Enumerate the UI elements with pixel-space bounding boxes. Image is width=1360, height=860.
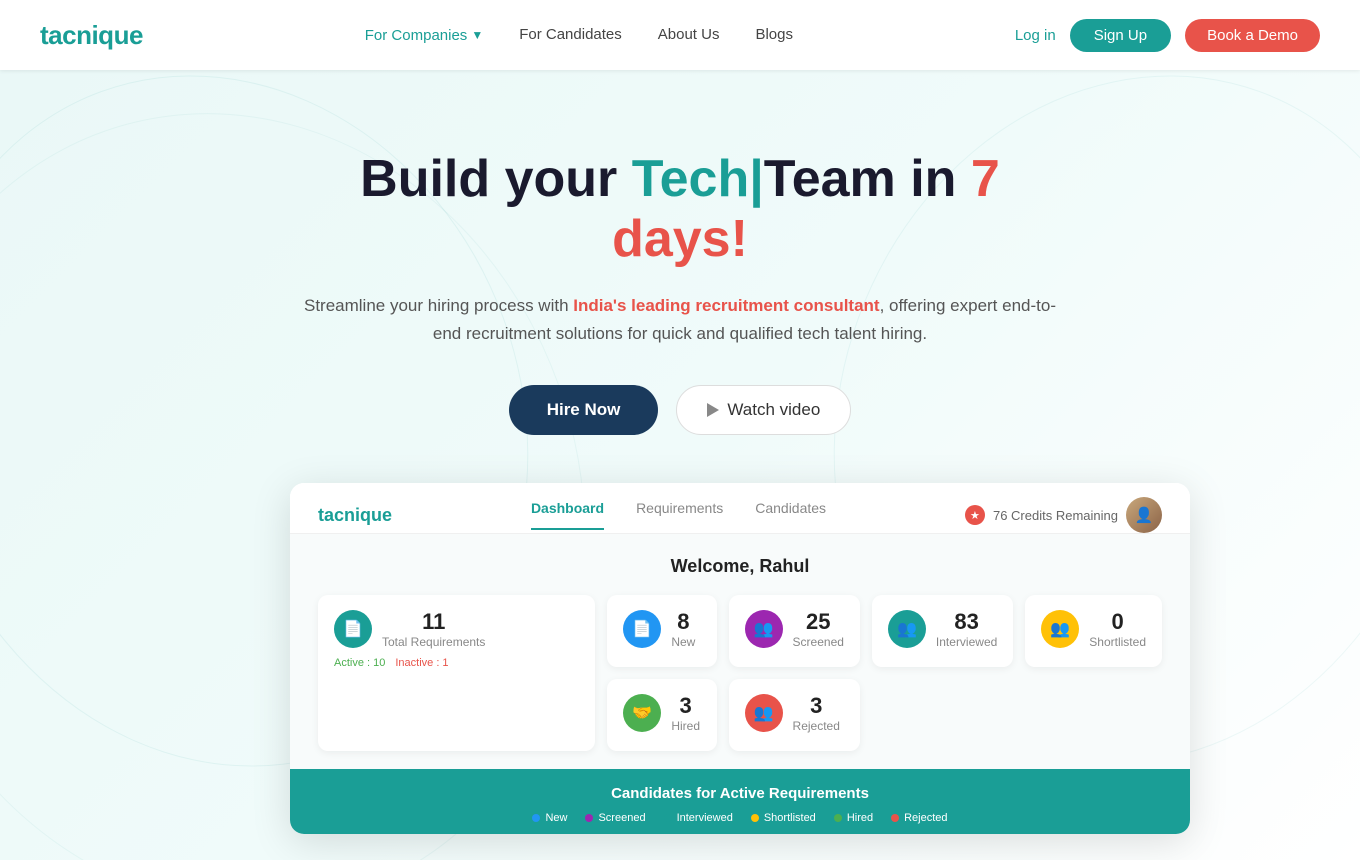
legend-dot-hired (834, 814, 842, 822)
tab-dashboard[interactable]: Dashboard (531, 500, 604, 530)
stat-icon-hired: 🤝 (623, 694, 661, 732)
dashboard-body: Welcome, Rahul 📄 11 Total Requirements (290, 534, 1190, 769)
play-icon (707, 403, 719, 417)
stat-number-shortlisted: 0 (1089, 609, 1146, 635)
stat-number-screened: 25 (793, 609, 844, 635)
stat-icon-new: 📄 (623, 610, 661, 648)
legend-dot-interviewed (664, 814, 672, 822)
stat-header: 📄 11 Total Requirements (334, 609, 579, 649)
stat-card-interviewed: 👥 83 Interviewed (872, 595, 1013, 667)
hero-subtitle-highlight: India's leading recruitment consultant (573, 296, 879, 315)
hero-buttons: Hire Now Watch video (290, 385, 1070, 435)
dashboard-bottom: Candidates for Active Requirements New S… (290, 769, 1190, 834)
active-tag: Active : 10 (334, 657, 385, 669)
nav-blogs[interactable]: Blogs (755, 26, 793, 43)
navbar: tacnique For Companies ▼ For Candidates … (0, 0, 1360, 70)
hero-subtitle: Streamline your hiring process with Indi… (290, 292, 1070, 350)
legend-dot-shortlisted (751, 814, 759, 822)
stat-label-new: New (671, 635, 695, 649)
stat-number-total: 11 (382, 609, 485, 635)
legend-dot-new (532, 814, 540, 822)
legend-item-rejected: Rejected (891, 812, 947, 824)
logo: tacnique (40, 20, 143, 51)
chevron-down-icon: ▼ (471, 28, 483, 42)
book-demo-button[interactable]: Book a Demo (1185, 19, 1320, 52)
tab-requirements[interactable]: Requirements (636, 500, 723, 530)
stat-number-interviewed: 83 (936, 609, 997, 635)
legend-item-interviewed: Interviewed (664, 812, 733, 824)
stat-label-screened: Screened (793, 635, 844, 649)
login-button[interactable]: Log in (1015, 27, 1056, 44)
signup-button[interactable]: Sign Up (1070, 19, 1171, 52)
legend-dot-rejected (891, 814, 899, 822)
stat-card-hired: 🤝 3 Hired (607, 679, 716, 751)
legend-item-shortlisted: Shortlisted (751, 812, 816, 824)
hero-content: Build your Tech|Team in 7 days! Streamli… (290, 150, 1070, 834)
stat-label-total: Total Requirements (382, 635, 485, 649)
hero-title-teal: Tech| (632, 150, 764, 208)
stat-label-shortlisted: Shortlisted (1089, 635, 1146, 649)
legend-item-screened: Screened (585, 812, 645, 824)
legend-item-new: New (532, 812, 567, 824)
nav-about-us[interactable]: About Us (658, 26, 720, 43)
stat-number-hired: 3 (671, 693, 700, 719)
nav-for-companies[interactable]: For Companies ▼ (365, 27, 483, 44)
watch-video-button[interactable]: Watch video (676, 385, 851, 435)
stat-card-screened: 👥 25 Screened (729, 595, 860, 667)
stat-icon-screened: 👥 (745, 610, 783, 648)
stat-card-total: 📄 11 Total Requirements Active : 10 Inac… (318, 595, 595, 751)
stat-label-hired: Hired (671, 719, 700, 733)
stat-icon-total: 📄 (334, 610, 372, 648)
stat-icon-rejected: 👥 (745, 694, 783, 732)
dashboard-nav: tacnique Dashboard Requirements Candidat… (290, 483, 1190, 534)
chart-legend: New Screened Interviewed Shortlisted (318, 812, 1162, 824)
hero-section: Build your Tech|Team in 7 days! Streamli… (0, 70, 1360, 860)
stats-grid: 📄 8 New 👥 25 (607, 595, 1162, 751)
hire-now-button[interactable]: Hire Now (509, 385, 659, 435)
hero-title: Build your Tech|Team in 7 days! (290, 150, 1070, 270)
dashboard-tabs: Dashboard Requirements Candidates (531, 500, 826, 530)
dashboard-logo: tacnique (318, 505, 392, 526)
legend-item-hired: Hired (834, 812, 873, 824)
stat-sub: Active : 10 Inactive : 1 (334, 657, 579, 669)
stat-card-shortlisted: 👥 0 Shortlisted (1025, 595, 1162, 667)
nav-links: For Companies ▼ For Candidates About Us … (365, 26, 793, 44)
stat-card-rejected: 👥 3 Rejected (729, 679, 860, 751)
tab-candidates[interactable]: Candidates (755, 500, 826, 530)
welcome-message: Welcome, Rahul (318, 556, 1162, 577)
nav-actions: Log in Sign Up Book a Demo (1015, 19, 1320, 52)
inactive-tag: Inactive : 1 (395, 657, 448, 669)
avatar: 👤 (1126, 497, 1162, 533)
legend-dot-screened (585, 814, 593, 822)
dashboard-mockup: tacnique Dashboard Requirements Candidat… (290, 483, 1190, 834)
nav-for-candidates[interactable]: For Candidates (519, 26, 622, 43)
dashboard-credits: ★ 76 Credits Remaining 👤 (965, 497, 1162, 533)
credits-icon: ★ (965, 505, 985, 525)
stat-number-rejected: 3 (793, 693, 840, 719)
stat-label-interviewed: Interviewed (936, 635, 997, 649)
stat-icon-shortlisted: 👥 (1041, 610, 1079, 648)
stat-icon-interviewed: 👥 (888, 610, 926, 648)
stat-label-rejected: Rejected (793, 719, 840, 733)
stat-card-new: 📄 8 New (607, 595, 716, 667)
candidates-title: Candidates for Active Requirements (318, 785, 1162, 802)
stat-number-new: 8 (671, 609, 695, 635)
